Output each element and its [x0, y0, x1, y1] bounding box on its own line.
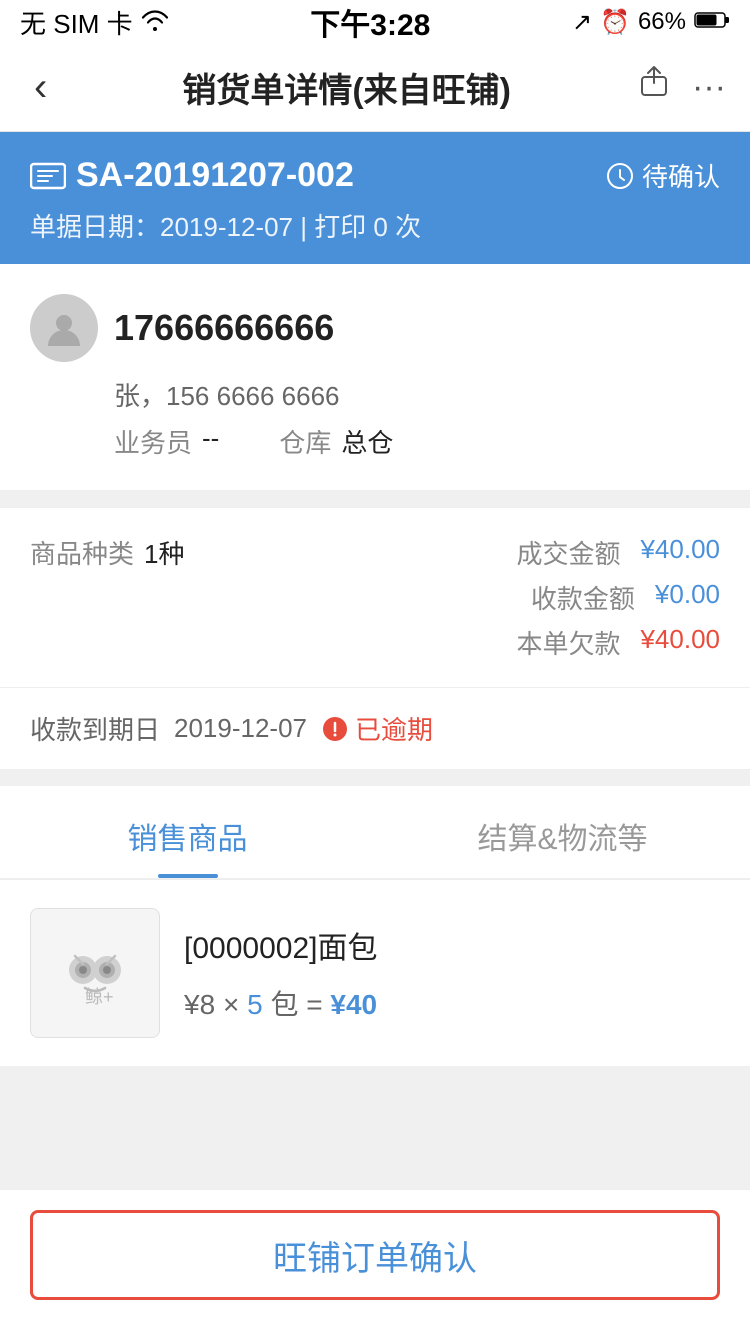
due-date-value: 2019-12-07 — [174, 713, 307, 744]
salesperson-label: 业务员 — [114, 423, 192, 460]
alarm-icon: ⏰ — [600, 8, 630, 37]
status-right: ↗ ⏰ 66% — [572, 8, 730, 37]
share-icon[interactable] — [636, 65, 672, 110]
warehouse-value: 总仓 — [341, 423, 393, 460]
owed-label: 本单欠款 — [516, 624, 620, 661]
product-item: 鲸+ [0000002]面包 ¥8 × 5 包 = ¥40 — [0, 880, 750, 1067]
bottom-bar: 旺铺订单确认 — [0, 1189, 750, 1334]
status-left: 无 SIM 卡 — [20, 4, 169, 41]
received-label: 收款金额 — [531, 579, 635, 616]
product-image: 鲸+ — [30, 908, 160, 1038]
battery-text: 66% — [638, 8, 686, 36]
location-icon: ↗ — [572, 8, 592, 37]
more-icon[interactable]: ··· — [692, 68, 726, 107]
customer-section: 17666666666 张，156 6666 6666 业务员 -- 仓库 总仓 — [0, 264, 750, 491]
order-date: 单据日期：2019-12-07 | 打印 0 次 — [30, 207, 720, 244]
amount-summary: 成交金额 ¥40.00 收款金额 ¥0.00 本单欠款 ¥40.00 — [516, 534, 720, 661]
customer-sub: 张，156 6666 6666 — [30, 376, 720, 413]
due-date-label: 收款到期日 — [30, 710, 160, 747]
nav-actions: ··· — [636, 65, 726, 110]
product-count: 1种 — [144, 534, 184, 571]
status-time: 下午3:28 — [310, 0, 430, 44]
product-name: [0000002]面包 — [184, 923, 720, 967]
confirm-button[interactable]: 旺铺订单确认 — [30, 1210, 720, 1300]
back-button[interactable]: ‹ — [24, 55, 57, 120]
salesperson-value: -- — [202, 423, 219, 460]
transaction-label: 成交金额 — [516, 534, 620, 571]
order-status: 待确认 — [606, 157, 720, 194]
order-header: SA-20191207-002 待确认 单据日期：2019-12-07 | 打印… — [0, 132, 750, 264]
nav-bar: ‹ 销货单详情(来自旺铺) ··· — [0, 44, 750, 132]
owed-amount: ¥40.00 — [640, 624, 720, 661]
tab-settlement[interactable]: 结算&物流等 — [375, 786, 750, 878]
warehouse-label: 仓库 — [279, 423, 331, 460]
wifi-icon — [141, 7, 169, 38]
carrier-text: 无 SIM 卡 — [20, 4, 133, 41]
tabs: 销售商品 结算&物流等 — [0, 786, 750, 880]
product-type-label: 商品种类 — [30, 534, 134, 571]
page-title: 销货单详情(来自旺铺) — [182, 63, 511, 112]
customer-meta: 业务员 -- 仓库 总仓 — [30, 423, 720, 460]
due-section: 收款到期日 2019-12-07 已逾期 — [0, 688, 750, 770]
customer-phone: 17666666666 — [114, 307, 334, 349]
order-id: SA-20191207-002 — [30, 156, 354, 195]
product-section: 鲸+ [0000002]面包 ¥8 × 5 包 = ¥40 — [0, 880, 750, 1067]
product-info: [0000002]面包 ¥8 × 5 包 = ¥40 — [184, 923, 720, 1023]
received-amount: ¥0.00 — [655, 579, 720, 616]
svg-text:鲸+: 鲸+ — [85, 987, 114, 1007]
transaction-amount: ¥40.00 — [640, 534, 720, 571]
overdue-badge: 已逾期 — [321, 710, 433, 747]
tab-sales-products[interactable]: 销售商品 — [0, 786, 375, 878]
status-bar: 无 SIM 卡 下午3:28 ↗ ⏰ 66% — [0, 0, 750, 44]
battery-icon — [694, 8, 730, 36]
summary-section: 商品种类 1种 成交金额 ¥40.00 收款金额 ¥0.00 本单欠款 ¥40.… — [0, 507, 750, 688]
customer-avatar — [30, 294, 98, 362]
product-price: ¥8 × 5 包 = ¥40 — [184, 983, 720, 1023]
